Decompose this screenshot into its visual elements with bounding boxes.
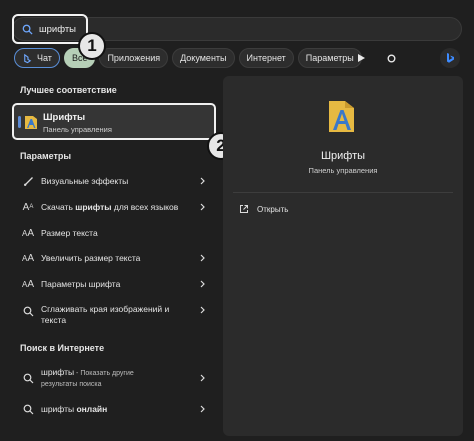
more-options-icon[interactable] xyxy=(386,53,397,64)
search-input[interactable]: шрифты xyxy=(22,20,76,38)
chevron-right-icon xyxy=(200,254,205,262)
play-icon[interactable] xyxy=(356,53,366,63)
chip-documents[interactable]: Документы xyxy=(172,48,235,68)
text-size-icon: AA xyxy=(22,227,35,239)
chevron-right-icon xyxy=(200,374,205,382)
settings-item-increase-text-size[interactable]: AA Увеличить размер текста xyxy=(12,247,216,269)
web-item-label: шрифты - Показать другие результаты поиск… xyxy=(41,366,134,388)
best-match-subtitle: Панель управления xyxy=(43,125,112,134)
best-match-item-fonts[interactable]: Шрифты Панель управления xyxy=(12,103,216,140)
settings-item-label: Параметры шрифта xyxy=(41,278,121,289)
fonts-folder-icon xyxy=(25,116,37,129)
filter-chips: Чат Все Приложения Документы Интернет Па… xyxy=(14,48,362,68)
chip-chat-label: Чат xyxy=(37,53,52,63)
step-badge-1: 1 xyxy=(78,32,106,60)
chip-settings[interactable]: Параметры xyxy=(297,48,362,68)
web-item-fonts[interactable]: шрифты - Показать другие результаты поиск… xyxy=(12,365,216,391)
web-item-fonts-online[interactable]: шрифты онлайн xyxy=(12,398,216,420)
preview-subtitle: Панель управления xyxy=(308,166,378,175)
chip-apps-label: Приложения xyxy=(107,53,161,63)
chip-apps[interactable]: Приложения xyxy=(99,48,169,68)
settings-item-font-settings[interactable]: AA Параметры шрифта xyxy=(12,273,216,295)
chevron-right-icon xyxy=(200,203,205,211)
settings-item-label: Сглаживать края изображений и текста xyxy=(41,304,170,325)
brush-icon xyxy=(22,175,34,187)
search-value: шрифты xyxy=(39,23,76,35)
settings-item-label: Скачать шрифты для всех языков xyxy=(41,201,179,212)
open-action-label: Открыть xyxy=(257,204,289,214)
selection-accent xyxy=(18,116,21,128)
copilot-icon xyxy=(24,53,32,63)
settings-item-download-fonts[interactable]: AA Скачать шрифты для всех языков xyxy=(12,196,216,218)
chevron-right-icon xyxy=(200,405,205,413)
chevron-right-icon xyxy=(200,280,205,288)
settings-item-label: Увеличить размер текста xyxy=(41,252,141,263)
text-size-up-icon: AA xyxy=(22,252,35,264)
preview-title: Шрифты xyxy=(320,150,366,162)
chip-web-label: Интернет xyxy=(246,53,286,63)
section-best-match-title: Лучшее соответствие xyxy=(20,85,117,95)
settings-item-label: Размер текста xyxy=(41,227,98,238)
chip-web[interactable]: Интернет xyxy=(238,48,294,68)
preview-panel: Шрифты Панель управления Открыть xyxy=(223,76,463,436)
search-icon xyxy=(22,24,33,35)
settings-item-smoothing[interactable]: Сглаживать края изображений и текста xyxy=(12,300,216,330)
chip-documents-label: Документы xyxy=(180,53,227,63)
search-icon xyxy=(22,372,34,384)
settings-item-visual-effects[interactable]: Визуальные эффекты xyxy=(12,170,216,192)
font-settings-icon: AA xyxy=(22,278,35,290)
search-icon xyxy=(22,403,34,415)
chip-settings-label: Параметры xyxy=(305,53,354,63)
best-match-title: Шрифты xyxy=(43,112,86,123)
web-item-label: шрифты онлайн xyxy=(41,403,108,414)
open-external-icon xyxy=(240,205,248,213)
chip-overflow-controls xyxy=(356,48,397,68)
chevron-right-icon xyxy=(200,177,205,185)
font-a-icon: AA xyxy=(22,201,34,213)
section-settings-title: Параметры xyxy=(20,151,72,161)
section-web-title: Поиск в Интернете xyxy=(20,343,105,353)
chevron-right-icon xyxy=(200,306,205,314)
chip-chat[interactable]: Чат xyxy=(14,48,60,68)
settings-item-label: Визуальные эффекты xyxy=(41,175,129,186)
smoothing-icon xyxy=(22,305,34,317)
preview-divider xyxy=(233,192,453,193)
settings-item-text-size[interactable]: AA Размер текста xyxy=(12,222,216,244)
fonts-folder-icon xyxy=(329,101,354,132)
open-action[interactable]: Открыть xyxy=(239,204,288,214)
bing-icon[interactable] xyxy=(440,48,460,68)
